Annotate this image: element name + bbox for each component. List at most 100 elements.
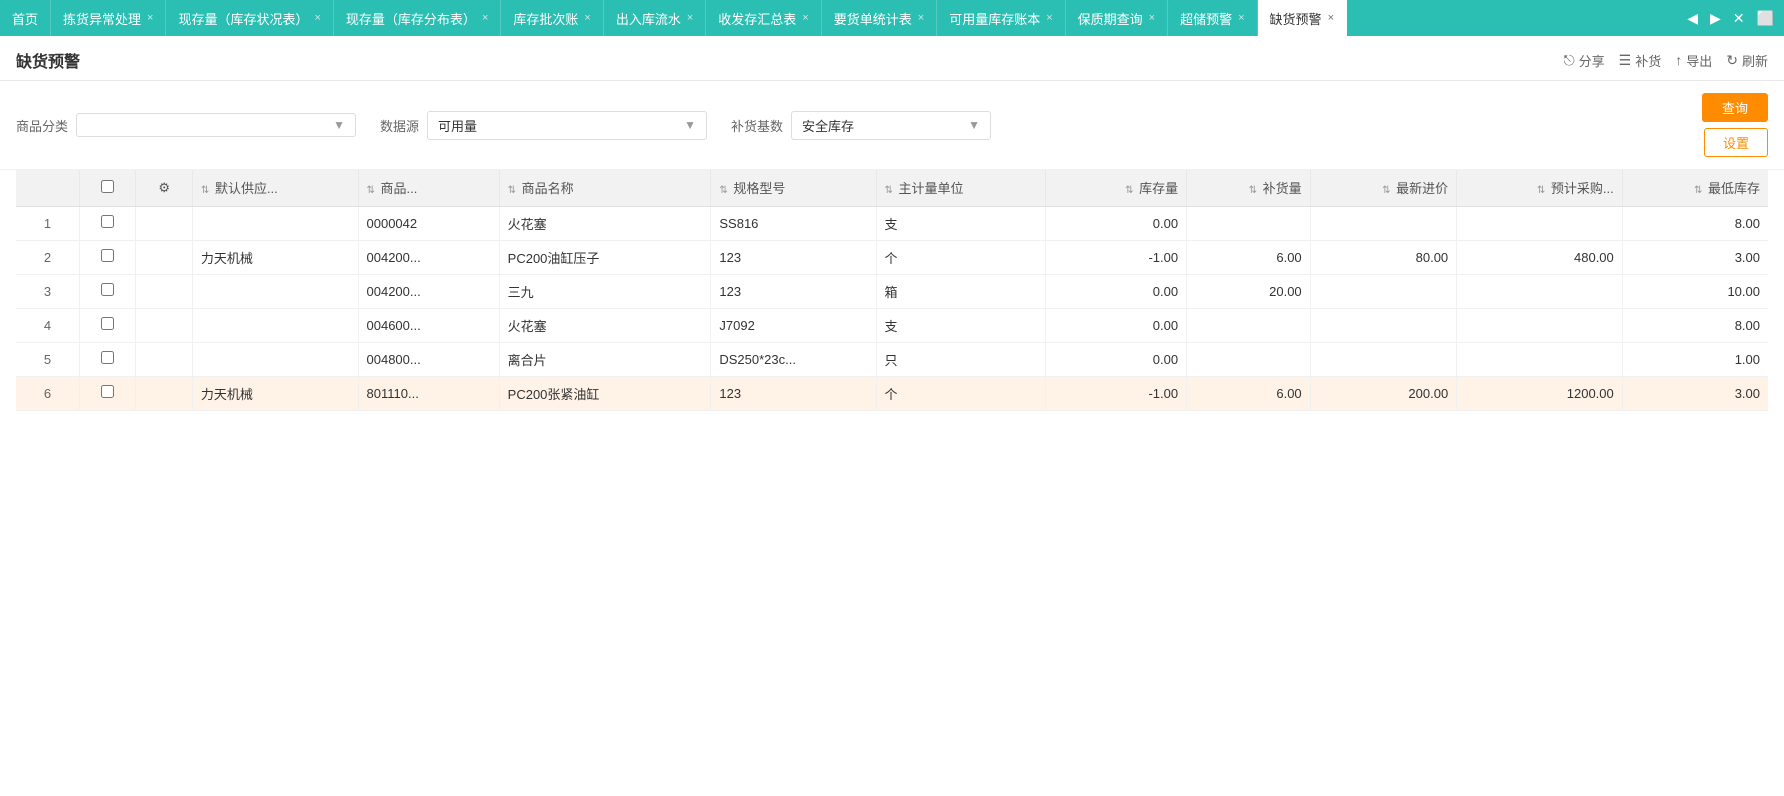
cell-spec: DS250*23c... (711, 342, 876, 376)
cell-min-stock: 8.00 (1622, 206, 1768, 240)
tab-inout-flow[interactable]: 出入库流水 × (604, 0, 706, 36)
tab-requisition[interactable]: 要货单统计表 × (822, 0, 937, 36)
sort-code-icon[interactable]: ⇅ (367, 185, 375, 196)
export-button[interactable]: ↑ 导出 (1675, 51, 1712, 70)
category-dropdown-icon: ▼ (333, 118, 345, 132)
cell-settings-placeholder (136, 376, 192, 410)
cell-stock: 0.00 (1045, 308, 1186, 342)
tab-batch[interactable]: 库存批次账 × (501, 0, 603, 36)
settings-button[interactable]: 设置 (1704, 128, 1768, 157)
tab-close-batch[interactable]: × (584, 12, 590, 24)
refresh-button[interactable]: ↻ 刷新 (1726, 51, 1768, 70)
tab-close-abnormal[interactable]: × (147, 12, 153, 24)
tab-abnormal[interactable]: 拣货异常处理 × (51, 0, 166, 36)
tab-close-expiry[interactable]: × (1149, 12, 1155, 24)
cell-supplement: 20.00 (1187, 274, 1311, 308)
tab-overstock[interactable]: 超储预警 × (1168, 0, 1257, 36)
cell-check (80, 342, 136, 376)
query-button[interactable]: 查询 (1702, 93, 1768, 122)
cell-settings-placeholder (136, 342, 192, 376)
cell-supplier: 力天机械 (192, 376, 358, 410)
datasource-select-text: 可用量 (438, 116, 676, 135)
table-body: 1 0000042 火花塞 SS816 支 0.00 8.00 2 力天机械 0… (16, 206, 1768, 410)
category-filter-group: 商品分类 ▼ (16, 113, 356, 137)
tab-close-all[interactable]: ✕ (1727, 10, 1751, 27)
cell-est-purchase: 1200.00 (1457, 376, 1623, 410)
tab-home[interactable]: 首页 (0, 0, 51, 36)
cell-code: 004600... (358, 308, 499, 342)
sort-unit-icon[interactable]: ⇅ (885, 185, 893, 196)
tab-scroll-left[interactable]: ◀ (1681, 10, 1704, 27)
cell-est-purchase: 480.00 (1457, 240, 1623, 274)
sort-purchase-icon[interactable]: ⇅ (1537, 185, 1545, 196)
tab-available-ledger[interactable]: 可用量库存账本 × (937, 0, 1065, 36)
datasource-label: 数据源 (380, 116, 419, 135)
sort-supplement-icon[interactable]: ⇅ (1249, 185, 1257, 196)
cell-spec: J7092 (711, 308, 876, 342)
row-checkbox[interactable] (101, 385, 114, 398)
tab-collect-summary[interactable]: 收发存汇总表 × (706, 0, 821, 36)
cell-supplement: 6.00 (1187, 240, 1311, 274)
tab-close-inout-flow[interactable]: × (687, 12, 693, 24)
supplement-button[interactable]: ☰ 补货 (1619, 51, 1662, 70)
table-row: 3 004200... 三九 123 箱 0.00 20.00 10.00 (16, 274, 1768, 308)
tab-close-shortage[interactable]: × (1328, 12, 1334, 24)
sort-spec-icon[interactable]: ⇅ (719, 185, 727, 196)
tab-close-available-ledger[interactable]: × (1046, 12, 1052, 24)
tab-close-inventory-dist[interactable]: × (482, 12, 488, 24)
datasource-select[interactable]: 可用量 ▼ (427, 111, 707, 140)
restock-select-text: 安全库存 (802, 116, 960, 135)
sort-stock-icon[interactable]: ⇅ (1125, 185, 1133, 196)
tab-maximize[interactable]: ⬜ (1751, 10, 1780, 27)
th-latest-price: ⇅ 最新进价 (1310, 170, 1457, 206)
category-select[interactable]: ▼ (76, 113, 356, 137)
category-label: 商品分类 (16, 116, 68, 135)
cell-code: 004200... (358, 274, 499, 308)
filter-actions: 查询 设置 (1702, 93, 1768, 157)
row-checkbox[interactable] (101, 317, 114, 330)
cell-check (80, 308, 136, 342)
row-checkbox[interactable] (101, 215, 114, 228)
share-icon: ⎋ (1564, 52, 1575, 69)
cell-est-purchase (1457, 342, 1623, 376)
tab-close-collect-summary[interactable]: × (802, 12, 808, 24)
tab-scroll-right[interactable]: ▶ (1704, 10, 1727, 27)
cell-num: 2 (16, 240, 80, 274)
cell-code: 0000042 (358, 206, 499, 240)
datasource-filter-group: 数据源 可用量 ▼ (380, 111, 707, 140)
row-checkbox[interactable] (101, 249, 114, 262)
row-checkbox[interactable] (101, 283, 114, 296)
cell-spec: 123 (711, 240, 876, 274)
cell-settings-placeholder (136, 206, 192, 240)
sort-minstock-icon[interactable]: ⇅ (1694, 185, 1702, 196)
select-all-checkbox[interactable] (101, 180, 114, 193)
cell-min-stock: 3.00 (1622, 240, 1768, 274)
sort-price-icon[interactable]: ⇅ (1382, 185, 1390, 196)
tab-shortage[interactable]: 缺货预警 × (1258, 0, 1347, 36)
tab-inventory-dist[interactable]: 现存量（库存分布表） × (334, 0, 501, 36)
tab-close-inventory-status[interactable]: × (314, 12, 320, 24)
cell-unit: 只 (876, 342, 1045, 376)
cell-min-stock: 3.00 (1622, 376, 1768, 410)
sort-name-icon[interactable]: ⇅ (508, 185, 516, 196)
cell-unit: 个 (876, 376, 1045, 410)
share-button[interactable]: ⎋ 分享 (1564, 51, 1605, 70)
tab-close-overstock[interactable]: × (1238, 12, 1244, 24)
column-settings-icon[interactable]: ⚙ (158, 180, 170, 195)
cell-supplier (192, 308, 358, 342)
th-spec: ⇅ 规格型号 (711, 170, 876, 206)
restock-select[interactable]: 安全库存 ▼ (791, 111, 991, 140)
sort-supplier-icon[interactable]: ⇅ (201, 185, 209, 196)
cell-settings-placeholder (136, 274, 192, 308)
cell-min-stock: 8.00 (1622, 308, 1768, 342)
th-supplier: ⇅ 默认供应... (192, 170, 358, 206)
tab-close-requisition[interactable]: × (918, 12, 924, 24)
cell-min-stock: 10.00 (1622, 274, 1768, 308)
table-row: 4 004600... 火花塞 J7092 支 0.00 8.00 (16, 308, 1768, 342)
cell-latest-price (1310, 308, 1457, 342)
tab-expiry[interactable]: 保质期查询 × (1066, 0, 1168, 36)
table-container: ⚙ ⇅ 默认供应... ⇅ 商品... ⇅ 商品名称 ⇅ (0, 170, 1784, 411)
row-checkbox[interactable] (101, 351, 114, 364)
cell-unit: 支 (876, 206, 1045, 240)
tab-inventory-status[interactable]: 现存量（库存状况表） × (166, 0, 333, 36)
